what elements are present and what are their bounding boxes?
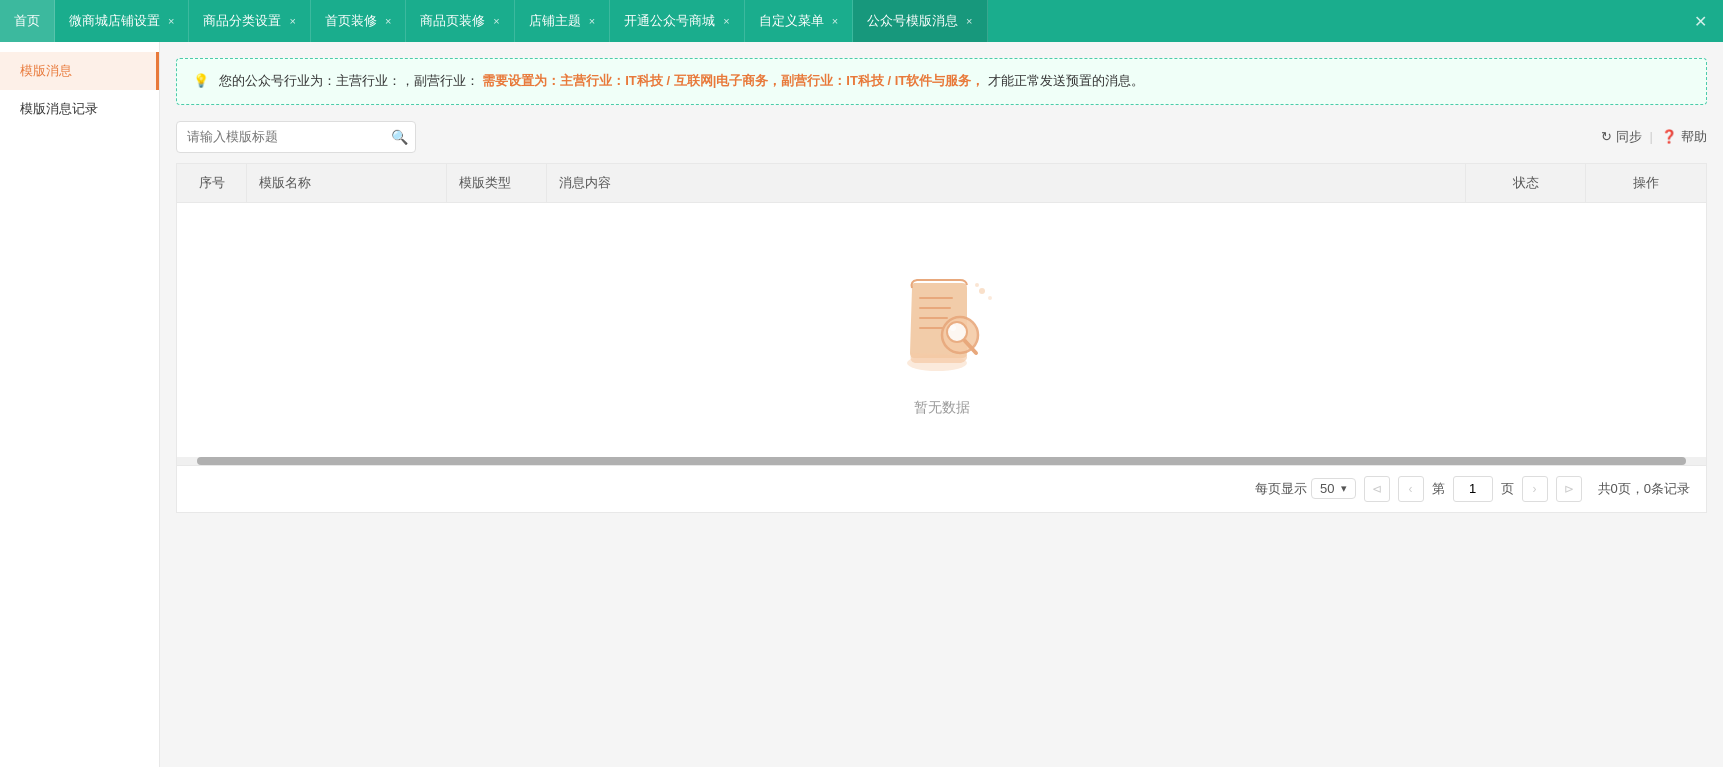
nav-tab-close[interactable]: × <box>168 15 174 27</box>
page-number-input[interactable] <box>1453 476 1493 502</box>
sidebar-item-template-message[interactable]: 模版消息 <box>0 52 159 90</box>
notice-suffix: 才能正常发送预置的消息。 <box>988 73 1144 88</box>
nav-tab-label: 开通公众号商城 <box>624 12 715 30</box>
page-size-select: 每页显示 50 ▾ <box>1255 478 1355 499</box>
sync-button[interactable]: ↻ 同步 <box>1601 128 1642 146</box>
divider: | <box>1650 129 1653 144</box>
chevron-down-icon: ▾ <box>1341 482 1347 495</box>
first-page-button[interactable]: ⊲ <box>1364 476 1390 502</box>
content-area: 💡 您的公众号行业为：主营行业：，副营行业： 需要设置为：主营行业：IT科技 /… <box>160 42 1723 767</box>
nav-tab-close[interactable]: × <box>589 15 595 27</box>
nav-tab-close[interactable]: × <box>723 15 729 27</box>
nav-tab-template-msg[interactable]: 公众号模版消息 × <box>853 0 987 42</box>
top-nav: 首页微商城店铺设置×商品分类设置×首页装修×商品页装修×店铺主题×开通公众号商城… <box>0 0 1723 42</box>
sync-icon: ↻ <box>1601 129 1612 144</box>
col-header-content: 消息内容 <box>547 164 1466 202</box>
help-button[interactable]: ❓ 帮助 <box>1661 128 1707 146</box>
nav-tab-label: 微商城店铺设置 <box>69 12 160 30</box>
svg-point-9 <box>979 288 985 294</box>
notice-icon: 💡 <box>193 73 209 88</box>
nav-tab-label: 公众号模版消息 <box>867 12 958 30</box>
nav-tab-open-mall[interactable]: 开通公众号商城 × <box>610 0 744 42</box>
svg-point-10 <box>988 296 992 300</box>
page-size-value: 50 <box>1320 481 1334 496</box>
search-input[interactable] <box>176 121 416 153</box>
nav-tab-label: 自定义菜单 <box>759 12 824 30</box>
svg-point-6 <box>947 322 967 342</box>
svg-point-11 <box>975 283 979 287</box>
nav-tab-close[interactable]: × <box>289 15 295 27</box>
nav-tab-close[interactable]: × <box>493 15 499 27</box>
nav-tab-shop-theme[interactable]: 店铺主题 × <box>515 0 610 42</box>
main-layout: 模版消息模版消息记录 💡 您的公众号行业为：主营行业：，副营行业： 需要设置为：… <box>0 42 1723 767</box>
sidebar: 模版消息模版消息记录 <box>0 42 160 767</box>
page-size-label: 每页显示 <box>1255 480 1307 498</box>
empty-text: 暂无数据 <box>914 399 970 417</box>
notice-banner: 💡 您的公众号行业为：主营行业：，副营行业： 需要设置为：主营行业：IT科技 /… <box>176 58 1707 105</box>
help-label: 帮助 <box>1681 128 1707 146</box>
search-icon[interactable]: 🔍 <box>391 129 408 145</box>
pagination: 每页显示 50 ▾ ⊲ ‹ 第 页 › ⊳ 共0页，0条记录 <box>177 465 1706 512</box>
page-suffix-label: 页 <box>1501 480 1514 498</box>
scrollbar-thumb[interactable] <box>197 457 1686 465</box>
sidebar-item-template-message-record[interactable]: 模版消息记录 <box>0 90 159 128</box>
nav-tab-label: 首页 <box>14 12 40 30</box>
col-header-action: 操作 <box>1586 164 1706 202</box>
next-page-button[interactable]: › <box>1522 476 1548 502</box>
empty-state: 暂无数据 <box>177 203 1706 457</box>
prev-page-button[interactable]: ‹ <box>1398 476 1424 502</box>
col-header-status: 状态 <box>1466 164 1586 202</box>
notice-prefix: 您的公众号行业为：主营行业：，副营行业： <box>219 73 479 88</box>
nav-tab-label: 商品页装修 <box>420 12 485 30</box>
total-info: 共0页，0条记录 <box>1598 480 1690 498</box>
search-input-wrap: 🔍 <box>176 121 416 153</box>
col-header-type: 模版类型 <box>447 164 547 202</box>
col-header-seq: 序号 <box>177 164 247 202</box>
page-prefix-label: 第 <box>1432 480 1445 498</box>
empty-state-icon <box>882 263 1002 383</box>
notice-highlight: 需要设置为：主营行业：IT科技 / 互联网|电子商务，副营行业：IT科技 / I… <box>482 73 984 88</box>
last-page-button[interactable]: ⊳ <box>1556 476 1582 502</box>
sync-label: 同步 <box>1616 128 1642 146</box>
nav-tab-shop-setting[interactable]: 微商城店铺设置 × <box>55 0 189 42</box>
data-table: 序号 模版名称 模版类型 消息内容 状态 操作 <box>176 163 1707 513</box>
scrollbar-track[interactable] <box>177 457 1706 465</box>
close-all-button[interactable]: ✕ <box>1678 12 1723 31</box>
nav-tab-close[interactable]: × <box>832 15 838 27</box>
nav-tab-label: 商品分类设置 <box>203 12 281 30</box>
nav-tab-homepage-decor[interactable]: 首页装修 × <box>311 0 406 42</box>
nav-tab-label: 首页装修 <box>325 12 377 30</box>
nav-tab-label: 店铺主题 <box>529 12 581 30</box>
search-bar: 🔍 ↻ 同步 | ❓ 帮助 <box>176 121 1707 153</box>
table-header: 序号 模版名称 模版类型 消息内容 状态 操作 <box>177 164 1706 203</box>
nav-tab-category-setting[interactable]: 商品分类设置 × <box>189 0 310 42</box>
page-size-box[interactable]: 50 ▾ <box>1311 478 1355 499</box>
nav-tab-custom-menu[interactable]: 自定义菜单 × <box>745 0 853 42</box>
col-header-name: 模版名称 <box>247 164 447 202</box>
nav-tab-product-decor[interactable]: 商品页装修 × <box>406 0 514 42</box>
nav-tab-home[interactable]: 首页 <box>0 0 55 42</box>
nav-tab-close[interactable]: × <box>385 15 391 27</box>
svg-point-8 <box>950 325 956 331</box>
help-icon: ❓ <box>1661 129 1677 144</box>
toolbar-right: ↻ 同步 | ❓ 帮助 <box>1601 128 1707 146</box>
nav-tab-close[interactable]: × <box>966 15 972 27</box>
